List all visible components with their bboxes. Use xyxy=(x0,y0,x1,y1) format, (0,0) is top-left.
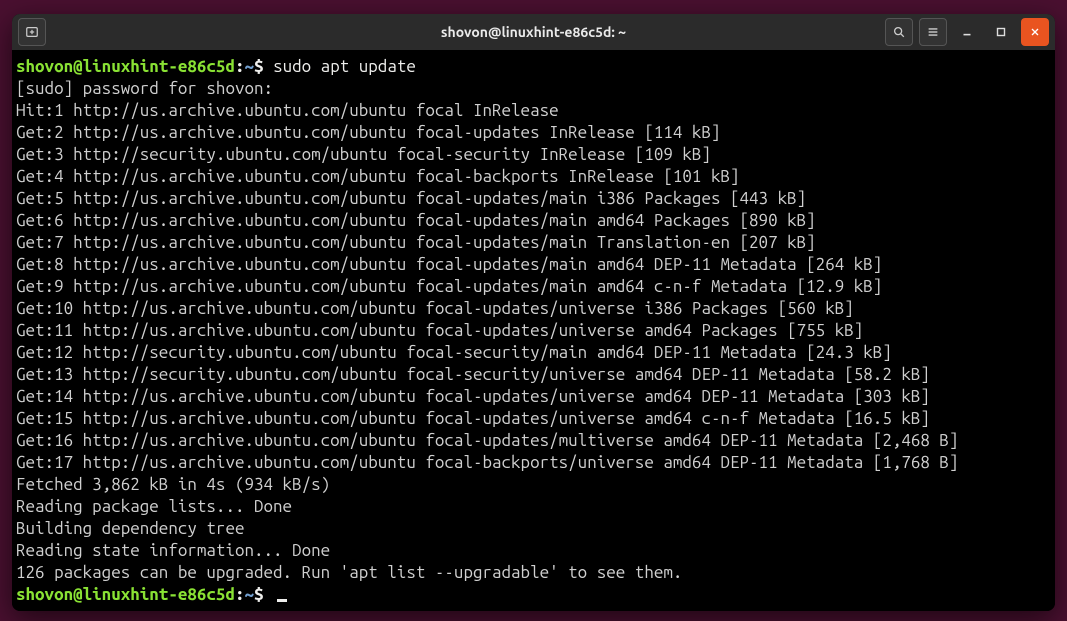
prompt-cwd: ~ xyxy=(245,57,255,76)
output-line: Get:6 http://us.archive.ubuntu.com/ubunt… xyxy=(16,211,816,230)
output-line: Get:10 http://us.archive.ubuntu.com/ubun… xyxy=(16,299,854,318)
prompt-dollar: $ xyxy=(254,57,273,76)
output-line: Hit:1 http://us.archive.ubuntu.com/ubunt… xyxy=(16,101,559,120)
command-text: sudo apt update xyxy=(273,57,416,76)
maximize-icon xyxy=(994,25,1008,39)
prompt-colon: : xyxy=(235,57,245,76)
prompt-cwd: ~ xyxy=(245,585,255,604)
output-line: Get:4 http://us.archive.ubuntu.com/ubunt… xyxy=(16,167,740,186)
prompt-colon: : xyxy=(235,585,245,604)
output-line: Get:8 http://us.archive.ubuntu.com/ubunt… xyxy=(16,255,882,274)
output-line: Get:13 http://security.ubuntu.com/ubuntu… xyxy=(16,365,930,384)
output-line: Get:17 http://us.archive.ubuntu.com/ubun… xyxy=(16,453,958,472)
hamburger-menu-icon xyxy=(926,25,940,39)
close-button[interactable] xyxy=(1021,18,1049,46)
titlebar: shovon@linuxhint-e86c5d: ~ xyxy=(12,14,1055,50)
output-line: Reading state information... Done xyxy=(16,541,330,560)
output-line: [sudo] password for shovon: xyxy=(16,79,273,98)
maximize-button[interactable] xyxy=(987,18,1015,46)
search-button[interactable] xyxy=(885,18,913,46)
terminal-window: shovon@linuxhint-e86c5d: ~ xyxy=(12,14,1055,611)
prompt-dollar: $ xyxy=(254,585,273,604)
output-line: 126 packages can be upgraded. Run 'apt l… xyxy=(16,563,682,582)
new-tab-icon xyxy=(25,25,39,39)
output-line: Get:16 http://us.archive.ubuntu.com/ubun… xyxy=(16,431,958,450)
new-tab-button[interactable] xyxy=(18,18,46,46)
output-line: Get:12 http://security.ubuntu.com/ubuntu… xyxy=(16,343,892,362)
output-line: Get:11 http://us.archive.ubuntu.com/ubun… xyxy=(16,321,863,340)
output-line: Building dependency tree xyxy=(16,519,244,538)
cursor xyxy=(277,599,287,602)
output-line: Get:7 http://us.archive.ubuntu.com/ubunt… xyxy=(16,233,816,252)
output-line: Get:15 http://us.archive.ubuntu.com/ubun… xyxy=(16,409,930,428)
prompt-user-host: shovon@linuxhint-e86c5d xyxy=(16,585,235,604)
menu-button[interactable] xyxy=(919,18,947,46)
output-line: Get:9 http://us.archive.ubuntu.com/ubunt… xyxy=(16,277,882,296)
terminal-area[interactable]: shovon@linuxhint-e86c5d:~$ sudo apt upda… xyxy=(12,50,1055,611)
minimize-button[interactable] xyxy=(953,18,981,46)
prompt-user-host: shovon@linuxhint-e86c5d xyxy=(16,57,235,76)
output-line: Fetched 3,862 kB in 4s (934 kB/s) xyxy=(16,475,330,494)
output-line: Get:5 http://us.archive.ubuntu.com/ubunt… xyxy=(16,189,806,208)
output-line: Reading package lists... Done xyxy=(16,497,292,516)
search-icon xyxy=(892,25,906,39)
output-line: Get:14 http://us.archive.ubuntu.com/ubun… xyxy=(16,387,930,406)
close-icon xyxy=(1029,26,1041,38)
output-line: Get:3 http://security.ubuntu.com/ubuntu … xyxy=(16,145,711,164)
minimize-icon xyxy=(960,25,974,39)
output-line: Get:2 http://us.archive.ubuntu.com/ubunt… xyxy=(16,123,720,142)
